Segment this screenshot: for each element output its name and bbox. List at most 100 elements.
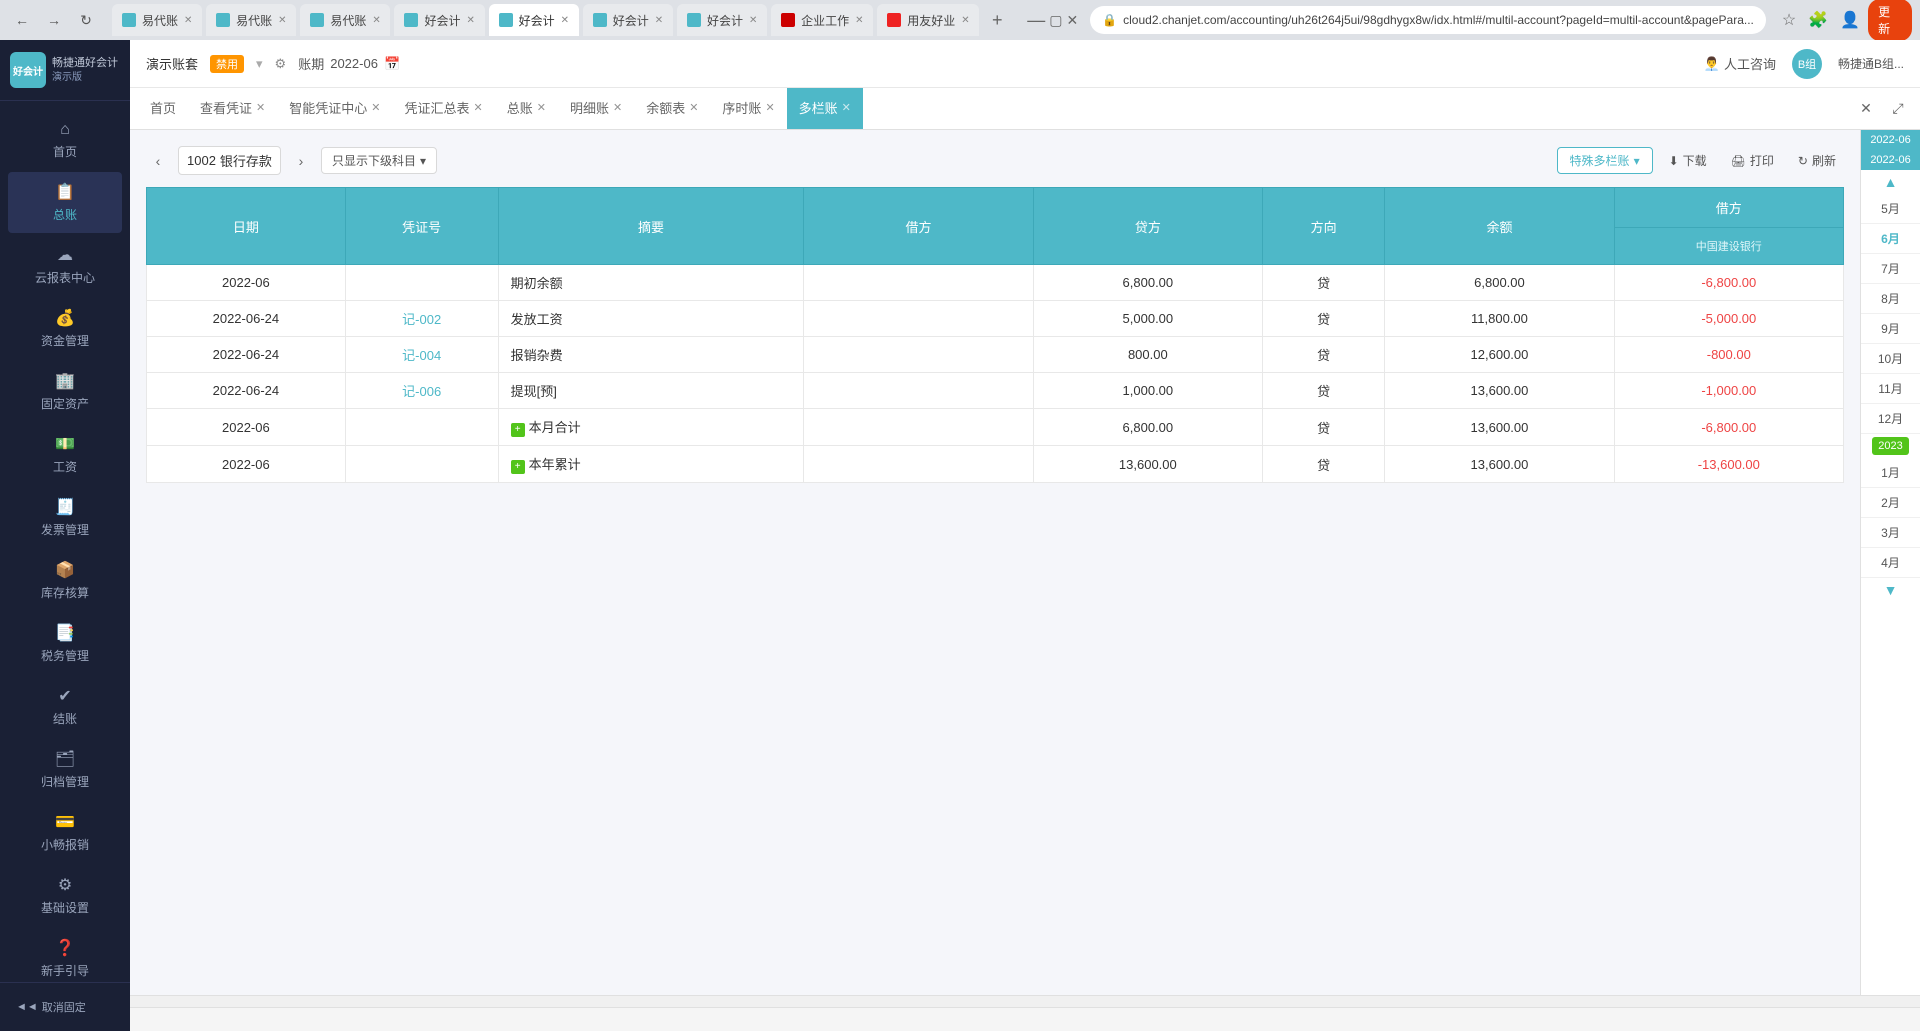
maximize-button[interactable]: ▢: [1049, 12, 1062, 29]
profile-icon[interactable]: 👤: [1836, 10, 1864, 30]
tab-close-multi-column[interactable]: ✕: [842, 101, 851, 114]
tab-close-5[interactable]: ✕: [561, 15, 569, 26]
rs-month-5[interactable]: 5月: [1861, 194, 1920, 224]
calendar-icon[interactable]: 📅: [384, 56, 400, 72]
subject-selector[interactable]: 1002 银行存款: [178, 146, 281, 175]
browser-tab-5[interactable]: 好会计 ✕: [489, 4, 579, 36]
tab-close-4[interactable]: ✕: [466, 15, 474, 26]
rs-month-3-2023[interactable]: 3月: [1861, 518, 1920, 548]
sidebar-item-home[interactable]: ⌂ 首页: [8, 111, 122, 170]
tab-close-balance[interactable]: ✕: [689, 101, 698, 114]
minimize-button[interactable]: —: [1027, 10, 1045, 31]
tab-close-smart-voucher[interactable]: ✕: [371, 101, 380, 114]
browser-tab-2[interactable]: 易代账 ✕: [206, 4, 296, 36]
tab-close-8[interactable]: ✕: [855, 15, 863, 26]
tab-close-6[interactable]: ✕: [655, 15, 663, 26]
rs-month-1-2023[interactable]: 1月: [1861, 458, 1920, 488]
tab-close-detail-ledger[interactable]: ✕: [613, 101, 622, 114]
special-multi-column-button[interactable]: 特殊多栏账 ▾: [1557, 147, 1653, 174]
tabs-maximize-button[interactable]: ⤢: [1884, 95, 1912, 123]
reload-button[interactable]: ↻: [72, 6, 100, 34]
horizontal-scrollbar[interactable]: [130, 995, 1920, 1007]
rs-month-6[interactable]: 6月: [1861, 224, 1920, 254]
rs-month-2-2023[interactable]: 2月: [1861, 488, 1920, 518]
tab-detail-ledger[interactable]: 明细账 ✕: [558, 88, 634, 130]
sidebar-item-close[interactable]: ✔ 结账: [8, 676, 122, 737]
address-bar[interactable]: 🔒 cloud2.chanjet.com/accounting/uh26t264…: [1090, 6, 1766, 34]
rs-scroll-up-button[interactable]: ▲: [1880, 170, 1902, 194]
subject-filter-dropdown[interactable]: 只显示下级科目 ▾: [321, 147, 437, 174]
tab-close-1[interactable]: ✕: [184, 15, 192, 26]
sidebar-item-invoice[interactable]: 🧾 发票管理: [8, 487, 122, 548]
tab-close-voucher-summary[interactable]: ✕: [474, 101, 483, 114]
rs-month-11[interactable]: 11月: [1861, 374, 1920, 404]
close-window-button[interactable]: ✕: [1066, 12, 1078, 29]
prev-subject-button[interactable]: ‹: [146, 149, 170, 173]
cell-date: 2022-06: [147, 409, 346, 446]
refresh-button[interactable]: ↻ 刷新: [1790, 148, 1844, 173]
sidebar-item-expense[interactable]: 💳 小畅报销: [8, 802, 122, 863]
tab-balance[interactable]: 余额表 ✕: [634, 88, 710, 130]
sidebar-item-tax[interactable]: 📑 税务管理: [8, 613, 122, 674]
rs-header-2[interactable]: 2022-06: [1861, 150, 1920, 170]
rs-month-7[interactable]: 7月: [1861, 254, 1920, 284]
tab-multi-column[interactable]: 多栏账 ✕: [787, 88, 863, 130]
sidebar-item-ledger[interactable]: 📋 总账: [8, 172, 122, 233]
extensions-icon[interactable]: 🧩: [1804, 10, 1832, 30]
tab-close-3[interactable]: ✕: [372, 15, 380, 26]
sidebar-item-guide[interactable]: ❓ 新手引导: [8, 928, 122, 982]
sidebar-item-capital[interactable]: 💰 资金管理: [8, 298, 122, 359]
tab-close-view-voucher[interactable]: ✕: [256, 101, 265, 114]
ledger-table: 日期 凭证号 摘要 借方 贷方 方向 余额 借方 中国建设银行: [146, 187, 1844, 483]
rs-month-9[interactable]: 9月: [1861, 314, 1920, 344]
tab-voucher-summary[interactable]: 凭证汇总表 ✕: [392, 88, 494, 130]
new-tab-button[interactable]: +: [983, 6, 1011, 34]
badge-dropdown-icon[interactable]: ▾: [256, 56, 263, 72]
settings-gear-icon[interactable]: ⚙: [275, 56, 287, 72]
tab-close-2[interactable]: ✕: [278, 15, 286, 26]
sidebar-item-settings[interactable]: ⚙ 基础设置: [8, 865, 122, 926]
tab-general-ledger[interactable]: 总账 ✕: [495, 88, 558, 130]
rs-month-12[interactable]: 12月: [1861, 404, 1920, 434]
tab-close-7[interactable]: ✕: [749, 15, 757, 26]
tab-view-voucher[interactable]: 查看凭证 ✕: [188, 88, 277, 130]
tab-close-general-ledger[interactable]: ✕: [537, 101, 546, 114]
tab-close-sequence[interactable]: ✕: [765, 101, 774, 114]
invoice-icon: 🧾: [55, 497, 75, 517]
tab-smart-voucher[interactable]: 智能凭证中心 ✕: [277, 88, 392, 130]
browser-tab-8[interactable]: 企业工作 ✕: [771, 4, 873, 36]
rs-scroll-down-button[interactable]: ▼: [1880, 578, 1902, 602]
sidebar-item-archive[interactable]: 🗂 归档管理: [8, 739, 122, 800]
browser-tab-7[interactable]: 好会计 ✕: [677, 4, 767, 36]
browser-tab-4[interactable]: 好会计 ✕: [394, 4, 484, 36]
voucher-link[interactable]: 记-006: [402, 384, 441, 399]
next-subject-button[interactable]: ›: [289, 149, 313, 173]
sidebar-item-fixed-assets[interactable]: 🏢 固定资产: [8, 361, 122, 422]
print-button[interactable]: 🖨 打印: [1723, 148, 1782, 173]
voucher-link[interactable]: 记-004: [402, 348, 441, 363]
pin-button[interactable]: ◄◄ 取消固定: [10, 993, 120, 1021]
account-badge[interactable]: 禁用: [210, 55, 244, 73]
browser-tab-6[interactable]: 好会计 ✕: [583, 4, 673, 36]
browser-tab-9[interactable]: 用友好业 ✕: [877, 4, 979, 36]
rs-month-4-2023[interactable]: 4月: [1861, 548, 1920, 578]
bookmark-icon[interactable]: ☆: [1778, 10, 1800, 30]
update-button[interactable]: 更新: [1868, 0, 1912, 41]
tabs-close-all-button[interactable]: ✕: [1852, 95, 1880, 123]
consult-button[interactable]: 👨‍💼 人工咨询: [1704, 54, 1776, 73]
tab-home[interactable]: 首页: [138, 88, 188, 130]
sidebar-item-cloud-report[interactable]: ☁ 云报表中心: [8, 235, 122, 296]
sidebar-item-payroll[interactable]: 💵 工资: [8, 424, 122, 485]
download-button[interactable]: ⬇ 下载: [1661, 148, 1715, 173]
forward-button[interactable]: →: [40, 6, 68, 34]
voucher-link[interactable]: 记-002: [402, 312, 441, 327]
browser-tab-3[interactable]: 易代账 ✕: [300, 4, 390, 36]
sidebar-item-inventory[interactable]: 📦 库存核算: [8, 550, 122, 611]
back-button[interactable]: ←: [8, 6, 36, 34]
browser-tab-1[interactable]: 易代账 ✕: [112, 4, 202, 36]
tab-close-9[interactable]: ✕: [961, 15, 969, 26]
tab-sequence[interactable]: 序时账 ✕: [710, 88, 786, 130]
rs-month-8[interactable]: 8月: [1861, 284, 1920, 314]
rs-header-1[interactable]: 2022-06: [1861, 130, 1920, 150]
rs-month-10[interactable]: 10月: [1861, 344, 1920, 374]
